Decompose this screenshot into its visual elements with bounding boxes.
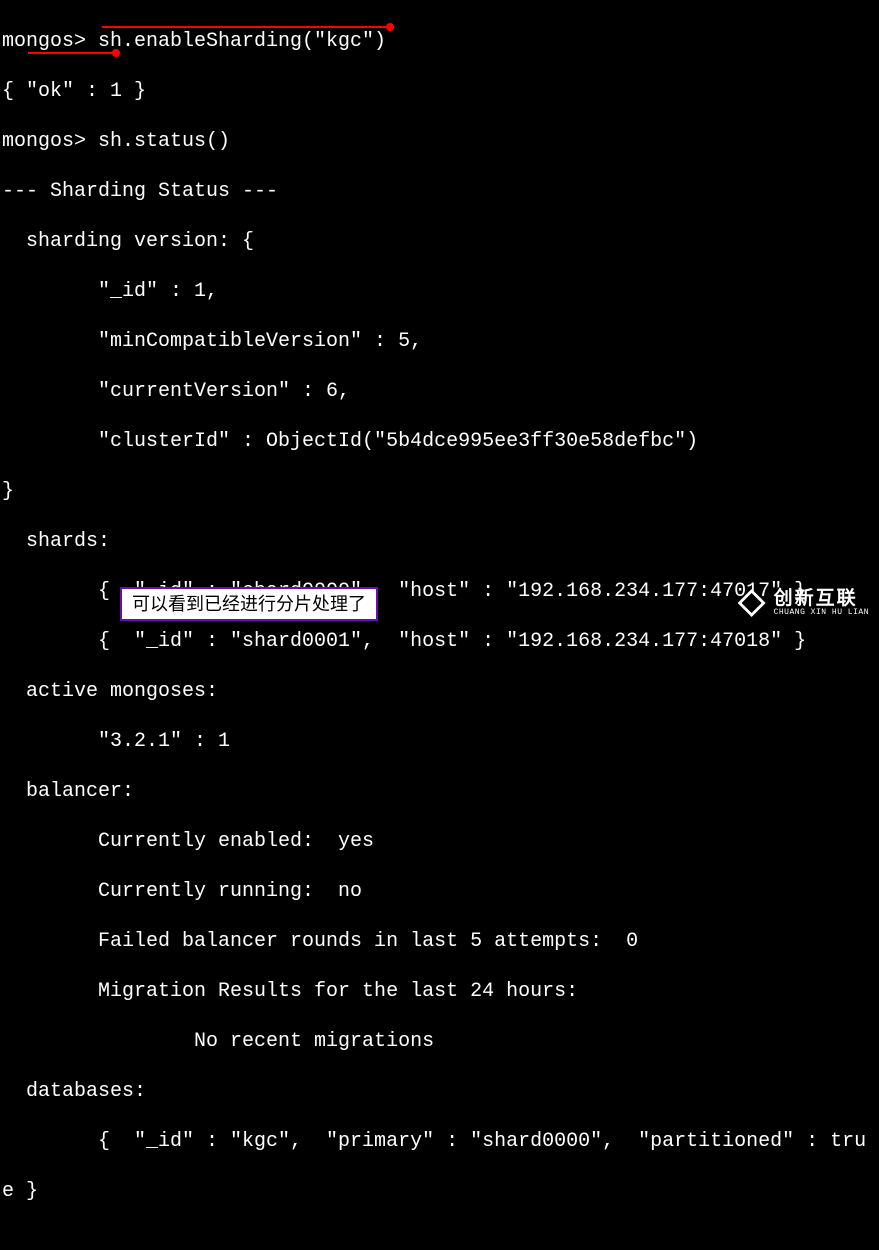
balancer-enabled: Currently enabled: yes [2, 829, 877, 854]
balancer-migration: Migration Results for the last 24 hours: [2, 979, 877, 1004]
logo-text-cn: 创新互联 [774, 590, 869, 609]
balancer-failed: Failed balancer rounds in last 5 attempt… [2, 929, 877, 954]
logo-icon [738, 589, 766, 617]
command-enable-sharding: sh.enableSharding("kgc") [98, 30, 386, 53]
command-sh-status: sh.status() [98, 130, 230, 153]
database-kgc-line1: { "_id" : "kgc", "primary" : "shard0000"… [2, 1129, 877, 1154]
version-open: sharding version: { [2, 229, 877, 254]
version-clusterid: "clusterId" : ObjectId("5b4dce995ee3ff30… [2, 429, 877, 454]
active-mongoses-label: active mongoses: [2, 679, 877, 704]
database-kgc-line2: e } [2, 1179, 877, 1204]
databases-label: databases: [2, 1079, 877, 1104]
watermark-logo: 创新互联 CHUANG XIN HU LIAN [738, 589, 869, 617]
balancer-label: balancer: [2, 779, 877, 804]
annotation-callout: 可以看到已经进行分片处理了 [120, 587, 378, 622]
logo-text-en: CHUANG XIN HU LIAN [774, 609, 869, 617]
status-header: --- Sharding Status --- [2, 179, 877, 204]
shards-label: shards: [2, 529, 877, 554]
annotation-underline-icon [28, 52, 116, 54]
active-mongoses-value: "3.2.1" : 1 [2, 729, 877, 754]
close-brace: } [2, 479, 877, 504]
result-ok: { "ok" : 1 } [2, 79, 877, 104]
version-mincompat: "minCompatibleVersion" : 5, [2, 329, 877, 354]
prompt: mongos> [2, 130, 98, 153]
balancer-norecent: No recent migrations [2, 1029, 877, 1054]
annotation-underline-icon [102, 26, 390, 28]
shard-0001: { "_id" : "shard0001", "host" : "192.168… [2, 629, 877, 654]
version-id: "_id" : 1, [2, 279, 877, 304]
terminal-output: mongos> sh.enableSharding("kgc") { "ok" … [2, 4, 877, 1250]
balancer-running: Currently running: no [2, 879, 877, 904]
version-current: "currentVersion" : 6, [2, 379, 877, 404]
prompt: mongos> [2, 30, 98, 53]
